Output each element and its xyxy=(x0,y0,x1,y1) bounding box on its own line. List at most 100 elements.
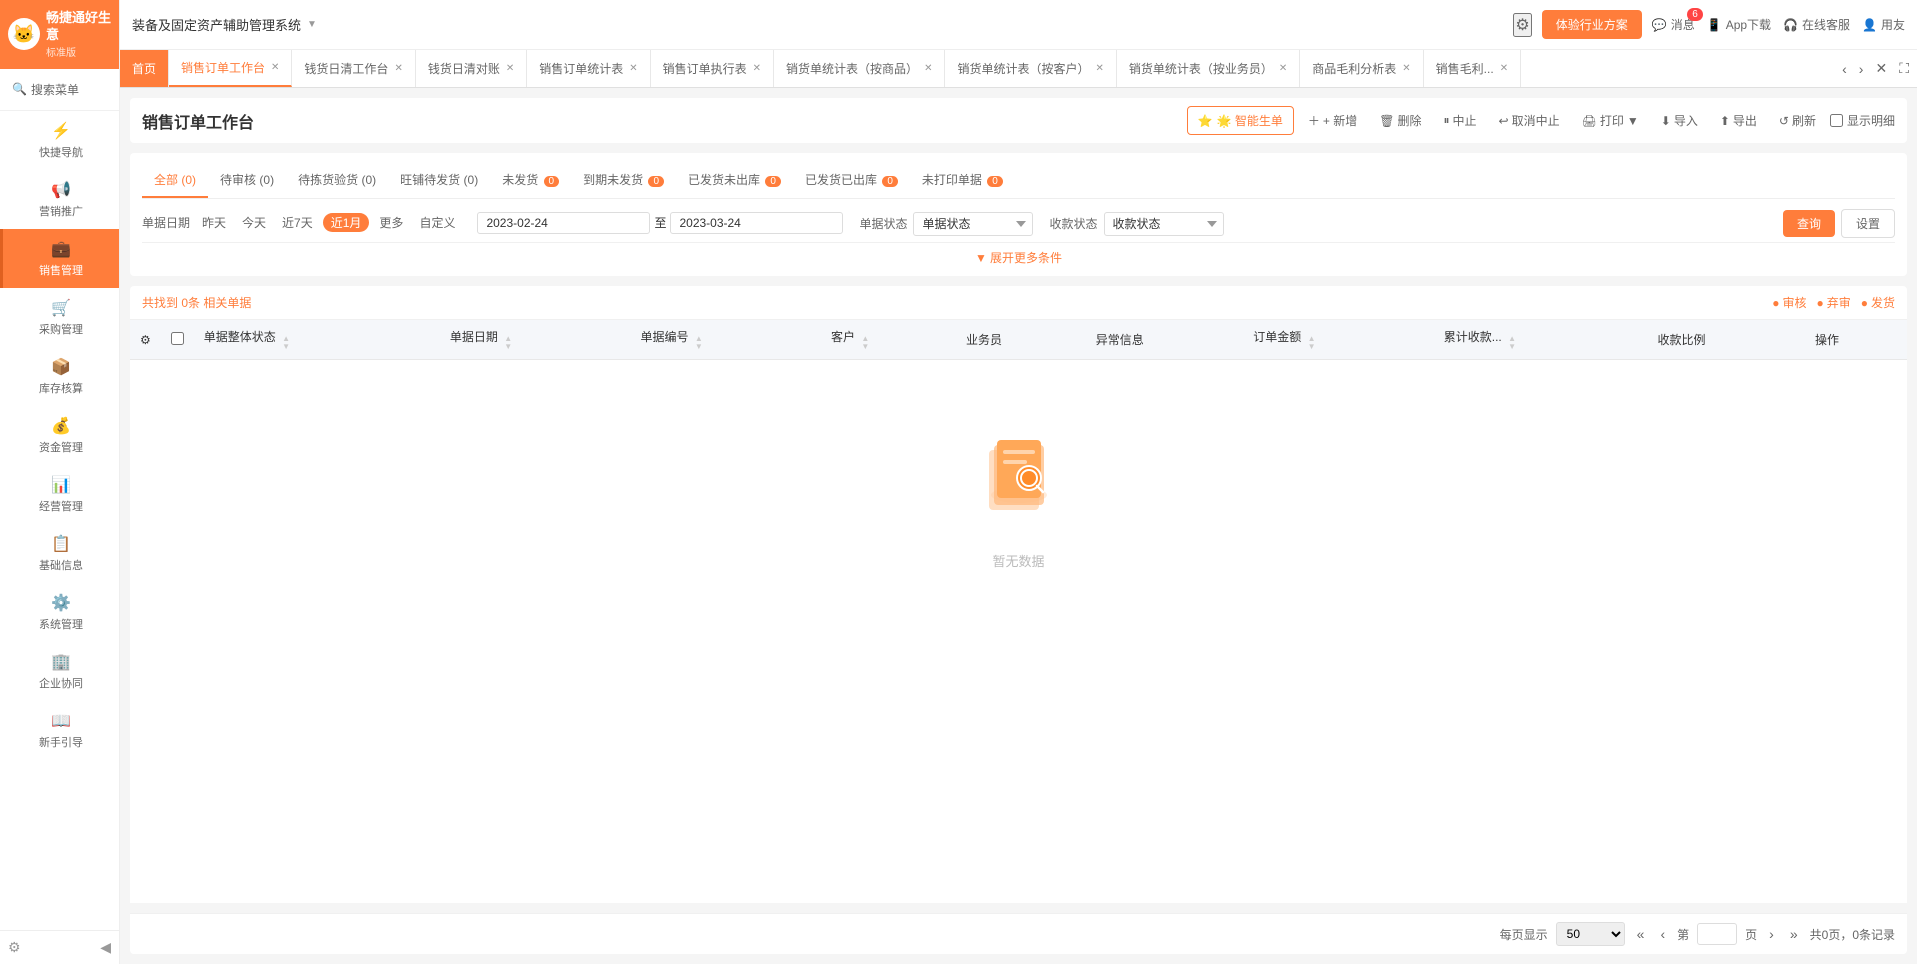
prev-page-button[interactable]: ‹ xyxy=(1656,924,1669,944)
online-service-button[interactable]: 🎧 在线客服 xyxy=(1783,16,1850,33)
batch-unreviewed-button[interactable]: ● 弃审 xyxy=(1816,294,1850,311)
tab-cash-daily[interactable]: 钱货日清工作台 ✕ xyxy=(292,50,415,87)
sidebar-item-inventory[interactable]: 📦 库存核算 xyxy=(0,347,119,406)
sidebar-item-base[interactable]: 📋 基础信息 xyxy=(0,524,119,583)
import-button[interactable]: ⬇ 导入 xyxy=(1653,107,1706,134)
tab-close-icon[interactable]: ✕ xyxy=(1500,63,1508,74)
batch-review-button[interactable]: ● 审核 xyxy=(1772,294,1806,311)
tab-sales-summary-product[interactable]: 销货单统计表（按商品） ✕ xyxy=(774,50,945,87)
per-page-select[interactable]: 50 10 20 100 xyxy=(1556,922,1625,946)
sub-tab-wangpu[interactable]: 旺铺待发货 (0) xyxy=(388,163,490,198)
date-end-input[interactable] xyxy=(670,212,843,234)
tab-close-icon[interactable]: ✕ xyxy=(1279,63,1287,74)
tab-margin-analysis[interactable]: 商品毛利分析表 ✕ xyxy=(1300,50,1423,87)
sidebar-item-guide[interactable]: 📖 新手引导 xyxy=(0,701,119,760)
sidebar-item-finance[interactable]: 💰 资金管理 xyxy=(0,406,119,465)
sidebar-settings-button[interactable]: ⚙ xyxy=(8,939,21,956)
tab-scroll-left-button[interactable]: ‹ xyxy=(1838,59,1851,79)
search-menu-button[interactable]: 🔍 搜索菜单 xyxy=(8,77,111,102)
page-number-input[interactable]: 1 xyxy=(1697,923,1737,945)
sub-tab-shipped-out[interactable]: 已发货已出库 0 xyxy=(793,163,910,198)
tab-close-icon[interactable]: ✕ xyxy=(629,63,637,74)
shipped-not-out-badge: 0 xyxy=(765,176,781,187)
sidebar-item-system[interactable]: ⚙️ 系统管理 xyxy=(0,583,119,642)
user-menu-button[interactable]: 👤 用友 xyxy=(1862,16,1905,33)
print-button[interactable]: 🖨 打印 ▼ xyxy=(1574,107,1647,134)
sidebar-item-marketing[interactable]: 📢 营销推广 xyxy=(0,170,119,229)
sidebar-collapse-button[interactable]: ◀ xyxy=(100,939,111,956)
payment-filter: 收款状态 收款状态 xyxy=(1049,212,1223,236)
empty-state: 暂无数据 xyxy=(130,360,1907,630)
batch-ship-button[interactable]: ● 发货 xyxy=(1861,294,1895,311)
date-more-button[interactable]: 更多 xyxy=(373,212,409,233)
next-page-button[interactable]: › xyxy=(1765,924,1778,944)
date-today-button[interactable]: 今天 xyxy=(236,212,272,233)
pause-button[interactable]: ⏸ 中止 xyxy=(1436,107,1485,134)
user-label: 用友 xyxy=(1881,16,1905,33)
system-icon: ⚙️ xyxy=(51,593,71,613)
tab-sales-stats[interactable]: 销售订单统计表 ✕ xyxy=(527,50,650,87)
delete-button[interactable]: 🗑 删除 xyxy=(1371,107,1429,134)
sub-tab-all[interactable]: 全部 (0) xyxy=(142,163,208,198)
expand-filter-button[interactable]: ▼ 展开更多条件 xyxy=(975,249,1062,266)
tab-fullscreen-button[interactable]: ⛶ xyxy=(1895,58,1913,79)
col-collected: 累计收款... ▲▼ xyxy=(1434,320,1648,360)
sidebar-item-enterprise[interactable]: 🏢 企业协同 xyxy=(0,642,119,701)
date-custom-button[interactable]: 自定义 xyxy=(413,212,461,233)
set-button[interactable]: 设置 xyxy=(1841,209,1895,238)
first-page-button[interactable]: « xyxy=(1633,924,1649,944)
sidebar-item-quick-nav[interactable]: ⚡ 快捷导航 xyxy=(0,111,119,170)
tab-scroll-right-button[interactable]: › xyxy=(1855,59,1868,79)
sub-tab-pending-review[interactable]: 待审核 (0) xyxy=(208,163,286,198)
tab-sales-exec[interactable]: 销售订单执行表 ✕ xyxy=(651,50,774,87)
payment-select[interactable]: 收款状态 xyxy=(1104,212,1224,236)
app-download-button[interactable]: 📱 App下载 xyxy=(1707,16,1771,33)
sub-tab-unprinted[interactable]: 未打印单据 0 xyxy=(910,163,1015,198)
tab-close-icon[interactable]: ✕ xyxy=(394,63,402,74)
sub-tab-overdue[interactable]: 到期未发货 0 xyxy=(571,163,676,198)
show-detail-checkbox[interactable]: 显示明细 xyxy=(1830,112,1895,129)
sidebar-item-purchase[interactable]: 🛒 采购管理 xyxy=(0,288,119,347)
date-7days-button[interactable]: 近7天 xyxy=(276,212,319,233)
date-start-input[interactable] xyxy=(477,212,650,234)
table-actions: ● 审核 ● 弃审 ● 发货 xyxy=(1772,294,1895,311)
refresh-button[interactable]: ↺ 刷新 xyxy=(1771,107,1824,134)
export-button[interactable]: ⬆ 导出 xyxy=(1712,107,1765,134)
tab-sales-summary-staff[interactable]: 销货单统计表（按业务员） ✕ xyxy=(1117,50,1300,87)
tab-close-icon[interactable]: ✕ xyxy=(924,63,932,74)
tab-sales-more[interactable]: 销售毛利... ✕ xyxy=(1424,50,1521,87)
date-month-button[interactable]: 近1月 xyxy=(323,213,370,232)
sub-tab-pending-inspect[interactable]: 待拣货验货 (0) xyxy=(286,163,388,198)
status-select[interactable]: 单据状态 xyxy=(913,212,1033,236)
sub-tab-unshipped[interactable]: 未发货 0 xyxy=(490,163,571,198)
tab-close-icon[interactable]: ✕ xyxy=(753,63,761,74)
tab-close-icon[interactable]: ✕ xyxy=(1095,63,1103,74)
add-button[interactable]: ＋ + 新增 xyxy=(1300,107,1365,134)
topbar-settings-button[interactable]: ⚙ xyxy=(1513,13,1531,37)
sidebar-item-operations[interactable]: 📊 经营管理 xyxy=(0,465,119,524)
date-yesterday-button[interactable]: 昨天 xyxy=(196,212,232,233)
tab-close-all-button[interactable]: ✕ xyxy=(1871,58,1891,79)
unshipped-badge: 0 xyxy=(544,176,560,187)
search-icon: 🔍 xyxy=(12,82,27,96)
last-page-button[interactable]: » xyxy=(1786,924,1802,944)
tab-cash-reconcile[interactable]: 钱货日清对账 ✕ xyxy=(416,50,527,87)
show-detail-input[interactable] xyxy=(1830,114,1843,127)
tab-close-icon[interactable]: ✕ xyxy=(1402,63,1410,74)
horizontal-scrollbar[interactable] xyxy=(130,903,1907,913)
operations-icon: 📊 xyxy=(51,475,71,495)
tab-close-icon[interactable]: ✕ xyxy=(506,63,514,74)
result-count: 0条 xyxy=(181,296,200,310)
tab-close-icon[interactable]: ✕ xyxy=(271,62,279,73)
tab-home[interactable]: 首页 xyxy=(120,50,169,87)
message-button[interactable]: 💬 消息 6 xyxy=(1652,16,1695,33)
tab-sales-workbench[interactable]: 销售订单工作台 ✕ xyxy=(169,50,292,87)
sub-tab-shipped-not-out[interactable]: 已发货未出库 0 xyxy=(676,163,793,198)
smart-create-button[interactable]: ⭐ 🌟 智能生单 xyxy=(1187,106,1294,135)
tab-sales-summary-customer[interactable]: 销货单统计表（按客户） ✕ xyxy=(945,50,1116,87)
unpause-button[interactable]: ↩ 取消中止 xyxy=(1491,107,1568,134)
sidebar-item-sales[interactable]: 💼 销售管理 xyxy=(0,229,119,288)
query-button[interactable]: 查询 xyxy=(1783,210,1835,237)
topbar-cta-button[interactable]: 体验行业方案 xyxy=(1542,10,1642,39)
select-all-checkbox[interactable] xyxy=(171,332,184,345)
